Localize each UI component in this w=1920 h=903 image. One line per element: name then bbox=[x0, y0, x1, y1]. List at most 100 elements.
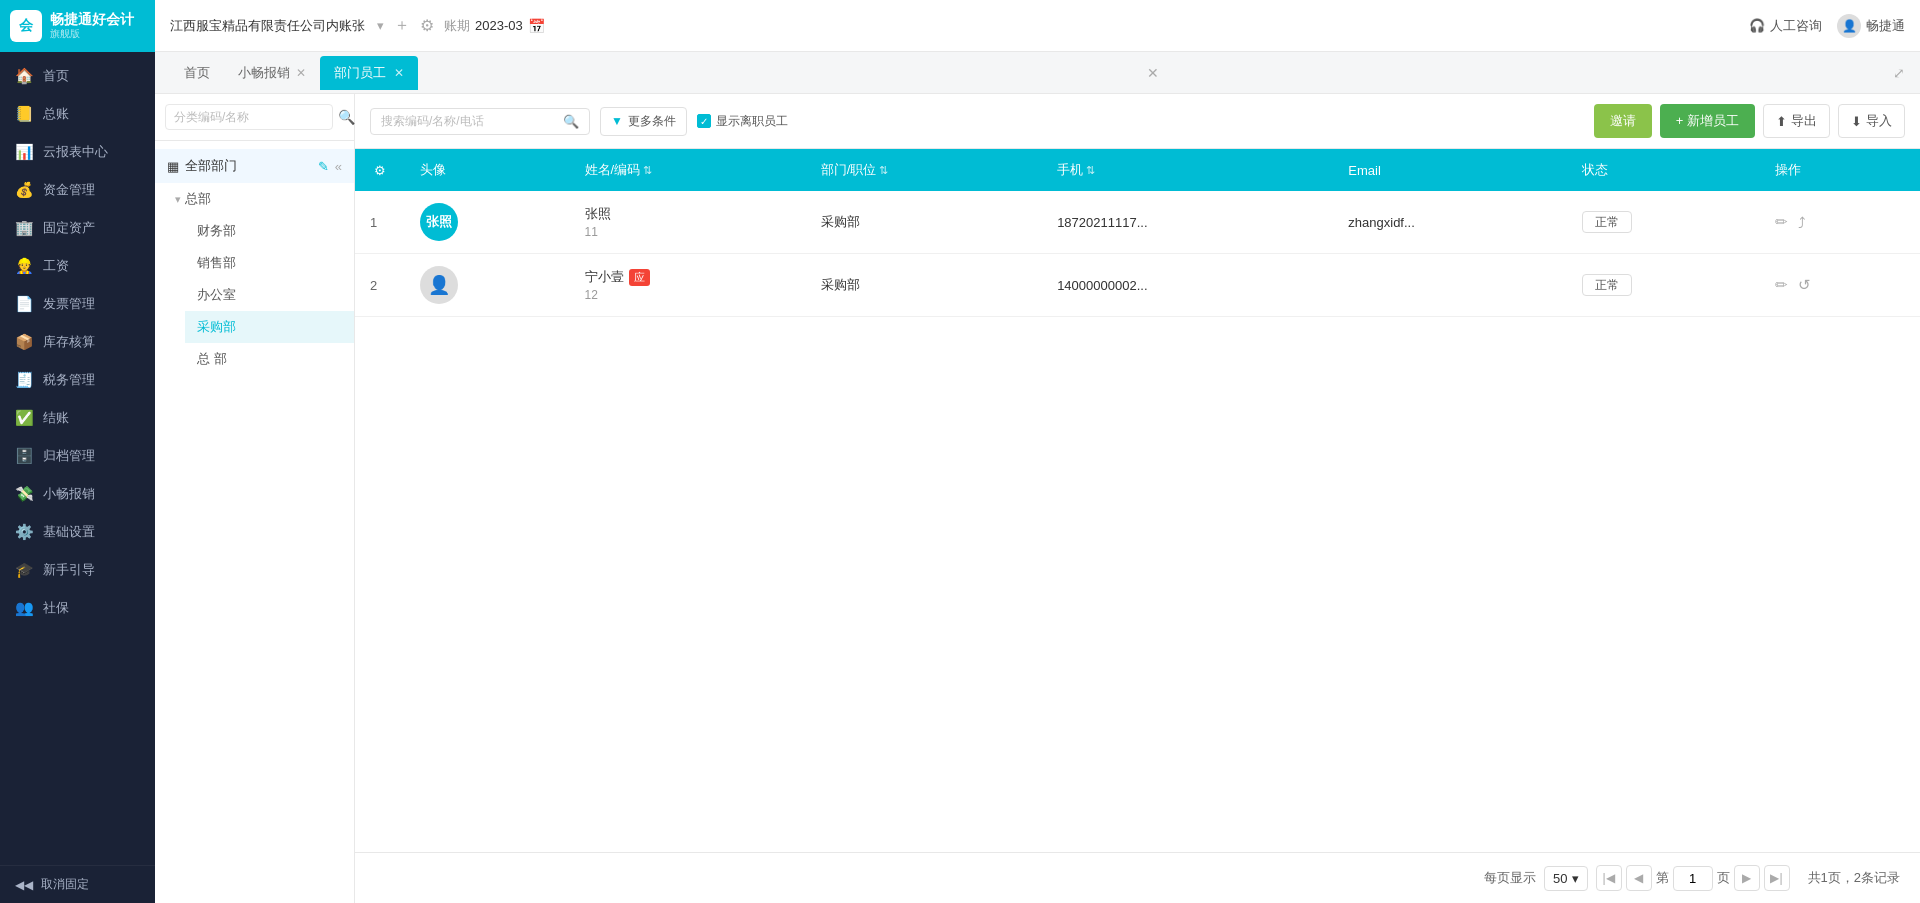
emp-search-icon[interactable]: 🔍 bbox=[563, 114, 579, 129]
calendar-icon[interactable]: 📅 bbox=[528, 18, 545, 34]
app-version: 旗舰版 bbox=[50, 27, 134, 41]
sidebar-item-funds[interactable]: 💰 资金管理 bbox=[0, 171, 155, 209]
support-label: 人工咨询 bbox=[1770, 17, 1822, 35]
tab-dept-label: 部门员工 bbox=[334, 64, 386, 82]
import-button[interactable]: ⬇ 导入 bbox=[1838, 104, 1905, 138]
sidebar-item-ledger[interactable]: 📒 总账 bbox=[0, 95, 155, 133]
tab-maximize-icon[interactable]: ⤢ bbox=[1893, 65, 1905, 81]
tab-close-window[interactable]: ✕ bbox=[1147, 65, 1159, 81]
dept-item-sales[interactable]: 销售部 bbox=[185, 247, 354, 279]
tab-home-label: 首页 bbox=[184, 64, 210, 82]
add-company-icon[interactable]: ＋ bbox=[394, 15, 410, 36]
col-status: 状态 bbox=[1567, 149, 1761, 191]
import-icon: ⬇ bbox=[1851, 114, 1862, 129]
tabs-bar: 首页 小畅报销 ✕ 部门员工 ✕ ✕ ⤢ bbox=[155, 52, 1920, 94]
per-page-label: 每页显示 bbox=[1484, 869, 1536, 887]
sidebar-item-inventory[interactable]: 📦 库存核算 bbox=[0, 323, 155, 361]
emp-filter-btn[interactable]: ▼ 更多条件 bbox=[600, 107, 687, 136]
filter-label: 更多条件 bbox=[628, 113, 676, 130]
refresh-icon[interactable]: ↺ bbox=[1798, 276, 1811, 294]
col-name[interactable]: 姓名/编码 bbox=[570, 149, 806, 191]
support-button[interactable]: 🎧 人工咨询 bbox=[1749, 17, 1822, 35]
per-page-select[interactable]: 50 ▾ bbox=[1544, 866, 1587, 891]
col-dept[interactable]: 部门/职位 bbox=[806, 149, 1042, 191]
row-actions: ✏ ⤴ bbox=[1760, 191, 1920, 254]
invite-button[interactable]: 邀请 bbox=[1594, 104, 1652, 138]
dept-all-item[interactable]: ▦ 全部部门 ✎ « bbox=[155, 149, 354, 183]
app-icon: 会 bbox=[10, 10, 42, 42]
emp-search-input[interactable] bbox=[381, 114, 558, 128]
sidebar-item-checkout[interactable]: ✅ 结账 bbox=[0, 399, 155, 437]
row-email bbox=[1333, 254, 1566, 317]
sidebar-item-home[interactable]: 🏠 首页 bbox=[0, 57, 155, 95]
add-employee-button[interactable]: + 新增员工 bbox=[1660, 104, 1755, 138]
show-resigned-toggle[interactable]: ✓ 显示离职员工 bbox=[697, 113, 788, 130]
sidebar-item-assets[interactable]: 🏢 固定资产 bbox=[0, 209, 155, 247]
social-icon: 👥 bbox=[15, 599, 33, 617]
sidebar-item-salary[interactable]: 👷 工资 bbox=[0, 247, 155, 285]
tab-home[interactable]: 首页 bbox=[170, 56, 224, 90]
sidebar-unpin[interactable]: ◀◀ 取消固定 bbox=[0, 865, 155, 903]
unpin-label: 取消固定 bbox=[41, 876, 89, 893]
table-row: 1 张照 张照 11 采购部 18720211117 bbox=[355, 191, 1920, 254]
employee-table-container: ⚙ 头像 姓名/编码 部门/职位 手机 Email 状态 操作 1 bbox=[355, 149, 1920, 852]
tab-expense[interactable]: 小畅报销 ✕ bbox=[224, 56, 320, 90]
page-prev-btn[interactable]: ◀ bbox=[1626, 865, 1652, 891]
salary-icon: 👷 bbox=[15, 257, 33, 275]
app-title: 畅捷通好会计 bbox=[50, 11, 134, 28]
export-button[interactable]: ⬆ 导出 bbox=[1763, 104, 1830, 138]
dept-collapse-icon[interactable]: « bbox=[335, 159, 342, 174]
col-settings[interactable]: ⚙ bbox=[355, 149, 405, 191]
dept-sub-list: 财务部 销售部 办公室 采购部 总 部 bbox=[155, 215, 354, 375]
page-label: 第 bbox=[1656, 869, 1669, 887]
headset-icon: 🎧 bbox=[1749, 18, 1765, 33]
col-phone[interactable]: 手机 bbox=[1042, 149, 1333, 191]
dept-group-name[interactable]: 总部 bbox=[155, 183, 354, 215]
sidebar-item-label: 固定资产 bbox=[43, 219, 95, 237]
sidebar-item-invoice[interactable]: 📄 发票管理 bbox=[0, 285, 155, 323]
sidebar-item-label: 云报表中心 bbox=[43, 143, 108, 161]
user-menu[interactable]: 👤 畅捷通 bbox=[1837, 14, 1905, 38]
resigned-checkbox[interactable]: ✓ bbox=[697, 114, 711, 128]
sidebar-item-label: 新手引导 bbox=[43, 561, 95, 579]
dept-item-general[interactable]: 总 部 bbox=[185, 343, 354, 375]
dept-edit-icon[interactable]: ✎ bbox=[318, 159, 329, 174]
per-page-dropdown-icon: ▾ bbox=[1572, 871, 1579, 886]
logout-icon[interactable]: ⤴ bbox=[1798, 214, 1806, 231]
dept-item-finance[interactable]: 财务部 bbox=[185, 215, 354, 247]
tab-dept[interactable]: 部门员工 ✕ bbox=[320, 56, 418, 90]
page-first-btn[interactable]: |◀ bbox=[1596, 865, 1622, 891]
sidebar-item-settings[interactable]: ⚙️ 基础设置 bbox=[0, 513, 155, 551]
page-next-btn[interactable]: ▶ bbox=[1734, 865, 1760, 891]
edit-icon[interactable]: ✏ bbox=[1775, 276, 1788, 294]
import-label: 导入 bbox=[1866, 112, 1892, 130]
row-dept: 采购部 bbox=[806, 191, 1042, 254]
tab-expense-close[interactable]: ✕ bbox=[296, 66, 306, 80]
page-input[interactable] bbox=[1673, 866, 1713, 891]
sidebar-item-social[interactable]: 👥 社保 bbox=[0, 589, 155, 627]
tab-expense-label: 小畅报销 bbox=[238, 64, 290, 82]
employee-name: 宁小壹 bbox=[585, 268, 624, 286]
sidebar-item-reports[interactable]: 📊 云报表中心 bbox=[0, 133, 155, 171]
employee-name: 张照 bbox=[585, 205, 791, 223]
page-last-btn[interactable]: ▶| bbox=[1764, 865, 1790, 891]
dept-item-office[interactable]: 办公室 bbox=[185, 279, 354, 311]
company-dropdown-icon[interactable]: ▾ bbox=[377, 18, 384, 33]
sidebar-item-expense[interactable]: 💸 小畅报销 bbox=[0, 475, 155, 513]
reports-icon: 📊 bbox=[15, 143, 33, 161]
topbar-settings-icon[interactable]: ⚙ bbox=[420, 16, 434, 35]
dept-item-purchase[interactable]: 采购部 bbox=[185, 311, 354, 343]
dept-search-input[interactable] bbox=[165, 104, 333, 130]
dept-search-icon[interactable]: 🔍 bbox=[338, 109, 355, 125]
sidebar-item-label: 小畅报销 bbox=[43, 485, 95, 503]
sidebar-item-tax[interactable]: 🧾 税务管理 bbox=[0, 361, 155, 399]
employee-panel: 🔍 ▼ 更多条件 ✓ 显示离职员工 邀请 + 新增员工 ⬆ 导出 bbox=[355, 94, 1920, 903]
per-page-value: 50 bbox=[1553, 871, 1567, 886]
col-email: Email bbox=[1333, 149, 1566, 191]
sidebar-item-archive[interactable]: 🗄️ 归档管理 bbox=[0, 437, 155, 475]
sidebar-item-label: 首页 bbox=[43, 67, 69, 85]
edit-icon[interactable]: ✏ bbox=[1775, 213, 1788, 231]
row-phone: 14000000002... bbox=[1042, 254, 1333, 317]
sidebar-item-guide[interactable]: 🎓 新手引导 bbox=[0, 551, 155, 589]
tab-dept-close[interactable]: ✕ bbox=[394, 66, 404, 80]
